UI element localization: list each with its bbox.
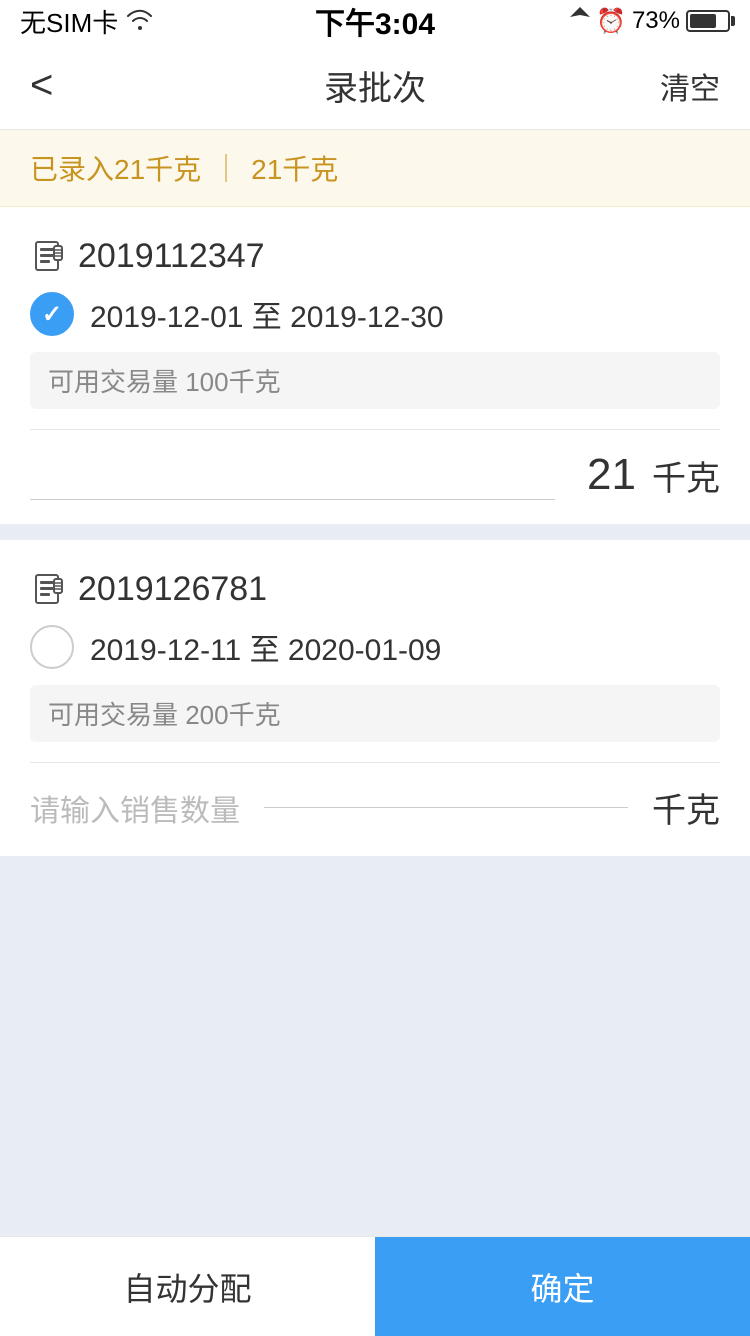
empty-area	[0, 856, 750, 1236]
confirm-button[interactable]: 确定	[375, 1237, 750, 1336]
batch2-date-range: 2019-12-11 至 2020-01-09	[90, 625, 441, 669]
page-title: 录批次	[324, 61, 426, 110]
section-divider	[0, 524, 750, 540]
batch1-quantity-row: 21 千克	[30, 429, 720, 524]
batch2-available: 可用交易量 200千克	[30, 685, 720, 742]
summary-banner: 已录入21千克 21千克	[0, 130, 750, 207]
summary-value: 21千克	[251, 148, 338, 188]
bottom-bar: 自动分配 确定	[0, 1236, 750, 1336]
auto-distribute-button[interactable]: 自动分配	[0, 1237, 375, 1336]
batch1-quantity-value: 21	[587, 450, 636, 500]
wifi-icon	[126, 6, 154, 37]
doc-icon-2	[30, 571, 68, 609]
batch1-date-row: 2019-12-01 至 2019-12-30	[30, 292, 720, 336]
nav-bar: < 录批次 清空	[0, 42, 750, 130]
quantity-underline	[30, 499, 555, 500]
batch2-id: 2019126781	[78, 570, 267, 609]
batch2-unit: 千克	[652, 783, 720, 832]
summary-divider	[225, 154, 227, 182]
batch2-input-row: 请输入销售数量 千克	[30, 762, 720, 856]
status-right: ⏰ 73%	[570, 7, 730, 36]
battery-icon	[686, 10, 730, 32]
batch2-radio[interactable]	[30, 625, 74, 669]
status-time: 下午3:04	[315, 0, 435, 43]
batch2-card: 2019126781 2019-12-11 至 2020-01-09 可用交易量…	[0, 540, 750, 856]
batch1-id: 2019112347	[78, 237, 265, 276]
batch2-date-row: 2019-12-11 至 2020-01-09	[30, 625, 720, 669]
location-icon	[570, 7, 590, 36]
batch2-input-underline	[264, 807, 628, 808]
batch1-header: 2019112347	[30, 237, 720, 276]
batch1-date-range: 2019-12-01 至 2019-12-30	[90, 292, 444, 336]
batch1-available: 可用交易量 100千克	[30, 352, 720, 409]
batch2-input-placeholder: 请输入销售数量	[30, 786, 240, 830]
carrier-text: 无SIM卡	[20, 3, 118, 40]
batch1-radio[interactable]	[30, 292, 74, 336]
status-left: 无SIM卡	[20, 3, 154, 40]
status-bar: 无SIM卡 下午3:04 ⏰ 73%	[0, 0, 750, 42]
batch1-quantity-unit: 千克	[652, 451, 720, 500]
clear-button[interactable]: 清空	[660, 64, 720, 108]
alarm-icon: ⏰	[596, 7, 626, 36]
doc-icon-1	[30, 238, 68, 276]
batch2-header: 2019126781	[30, 570, 720, 609]
back-button[interactable]: <	[30, 63, 53, 108]
battery-percent: 73%	[632, 7, 680, 35]
summary-label: 已录入21千克	[30, 148, 201, 188]
batch1-card: 2019112347 2019-12-01 至 2019-12-30 可用交易量…	[0, 207, 750, 524]
